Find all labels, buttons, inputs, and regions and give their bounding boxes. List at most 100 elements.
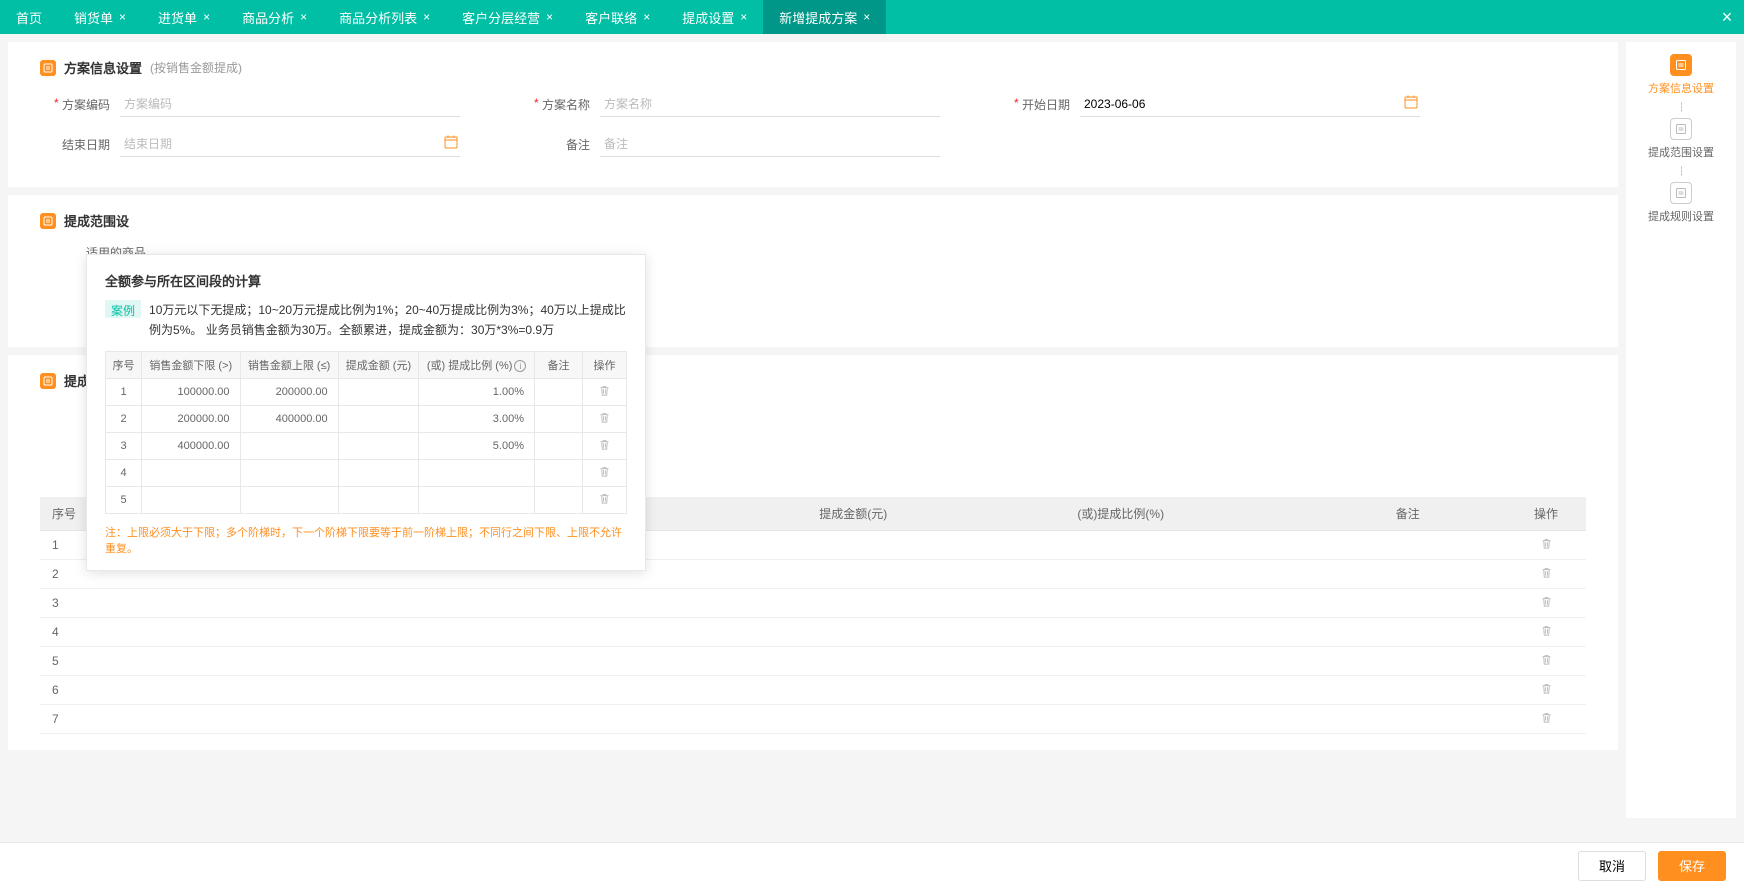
cell-lower[interactable] bbox=[176, 618, 496, 647]
cell-amount[interactable] bbox=[813, 531, 1071, 560]
tier-row[interactable]: 5 bbox=[40, 647, 1586, 676]
footer-bar: 取消 保存 bbox=[0, 842, 1744, 888]
cell-ratio[interactable] bbox=[1071, 676, 1389, 705]
cell-ratio[interactable] bbox=[1071, 618, 1389, 647]
calendar-icon[interactable] bbox=[444, 135, 458, 149]
tab-item[interactable]: 进货单 × bbox=[142, 0, 226, 34]
delete-icon[interactable] bbox=[598, 384, 611, 397]
tab-close-icon[interactable]: × bbox=[300, 10, 307, 24]
tab-item[interactable]: 商品分析列表× bbox=[323, 0, 446, 34]
tab-label: 进货单 bbox=[158, 8, 197, 27]
name-input[interactable] bbox=[600, 91, 940, 117]
cell-remark[interactable] bbox=[1390, 676, 1506, 705]
cell-ratio[interactable] bbox=[1071, 589, 1389, 618]
tier-row[interactable]: 6 bbox=[40, 676, 1586, 705]
cell-ratio[interactable] bbox=[1071, 647, 1389, 676]
tier-row[interactable]: 3 bbox=[40, 589, 1586, 618]
field-remark: 备注 bbox=[520, 131, 940, 157]
cell-ratio[interactable] bbox=[1071, 705, 1389, 734]
end-date-label: 结束日期 bbox=[40, 136, 120, 153]
tab-item[interactable]: 提成设置× bbox=[666, 0, 763, 34]
info-icon[interactable]: i bbox=[514, 360, 526, 372]
tier-row[interactable]: 4 bbox=[40, 618, 1586, 647]
cell-seq: 5 bbox=[40, 647, 176, 676]
side-step[interactable]: 提成规则设置 bbox=[1648, 182, 1714, 224]
cell-upper[interactable] bbox=[495, 676, 813, 705]
remark-input[interactable] bbox=[600, 131, 940, 157]
tab-close-icon[interactable]: × bbox=[643, 10, 650, 24]
delete-icon[interactable] bbox=[1540, 653, 1553, 666]
pcell-ratio: 1.00% bbox=[419, 378, 535, 405]
cell-remark[interactable] bbox=[1390, 705, 1506, 734]
start-date-input[interactable] bbox=[1080, 91, 1420, 117]
tab-item[interactable]: 客户分层经营 × bbox=[446, 0, 569, 34]
cell-amount[interactable] bbox=[813, 676, 1071, 705]
tab-label: 客户分层经营 bbox=[462, 8, 540, 27]
tab-label: 新增提成方案 bbox=[779, 8, 857, 27]
cell-remark[interactable] bbox=[1390, 531, 1506, 560]
tab-item[interactable]: 新增提成方案 × bbox=[763, 0, 886, 34]
delete-icon[interactable] bbox=[598, 492, 611, 505]
side-step[interactable]: 方案信息设置 bbox=[1648, 54, 1714, 96]
cell-upper[interactable] bbox=[495, 618, 813, 647]
cell-remark[interactable] bbox=[1390, 618, 1506, 647]
delete-icon[interactable] bbox=[1540, 595, 1553, 608]
cancel-button[interactable]: 取消 bbox=[1578, 851, 1646, 881]
cell-action bbox=[1506, 589, 1586, 618]
close-all-tabs-button[interactable]: × bbox=[1710, 0, 1744, 34]
tab-close-icon[interactable]: × bbox=[119, 10, 126, 24]
delete-icon[interactable] bbox=[1540, 682, 1553, 695]
section-subtitle: (按销售金额提成) bbox=[150, 59, 242, 76]
tier-row[interactable]: 7 bbox=[40, 705, 1586, 734]
delete-icon[interactable] bbox=[1540, 711, 1553, 724]
delete-icon[interactable] bbox=[598, 438, 611, 451]
tab-item[interactable]: 客户联络× bbox=[569, 0, 666, 34]
th-remark: 备注 bbox=[1390, 497, 1506, 531]
pth-amount: 提成金额 (元) bbox=[338, 351, 419, 378]
tab-close-icon[interactable]: × bbox=[546, 10, 553, 24]
cell-amount[interactable] bbox=[813, 618, 1071, 647]
tab-item[interactable]: 销货单 × bbox=[58, 0, 142, 34]
cell-upper[interactable] bbox=[495, 647, 813, 676]
cell-amount[interactable] bbox=[813, 589, 1071, 618]
pcell-seq: 2 bbox=[106, 405, 142, 432]
main-wrap: 方案信息设置 (按销售金额提成) 方案编码 方案名称 开始日期 bbox=[0, 34, 1744, 826]
remark-label: 备注 bbox=[520, 136, 600, 153]
cell-remark[interactable] bbox=[1390, 560, 1506, 589]
tab-item[interactable]: 商品分析× bbox=[226, 0, 323, 34]
tab-close-icon[interactable]: × bbox=[863, 10, 870, 24]
delete-icon[interactable] bbox=[1540, 566, 1553, 579]
cell-lower[interactable] bbox=[176, 705, 496, 734]
cell-remark[interactable] bbox=[1390, 589, 1506, 618]
tab-close-icon[interactable]: × bbox=[423, 10, 430, 24]
cell-upper[interactable] bbox=[495, 705, 813, 734]
tab-close-icon[interactable]: × bbox=[740, 10, 747, 24]
tab-label: 销货单 bbox=[74, 8, 113, 27]
delete-icon[interactable] bbox=[1540, 624, 1553, 637]
delete-icon[interactable] bbox=[598, 411, 611, 424]
pcell-ratio: 5.00% bbox=[419, 432, 535, 459]
field-start-date: 开始日期 bbox=[1000, 91, 1420, 117]
cell-lower[interactable] bbox=[176, 589, 496, 618]
cell-lower[interactable] bbox=[176, 676, 496, 705]
cell-upper[interactable] bbox=[495, 589, 813, 618]
cell-amount[interactable] bbox=[813, 705, 1071, 734]
side-step[interactable]: 提成范围设置 bbox=[1648, 118, 1714, 160]
pcell-seq: 3 bbox=[106, 432, 142, 459]
cell-remark[interactable] bbox=[1390, 647, 1506, 676]
delete-icon[interactable] bbox=[598, 465, 611, 478]
end-date-input[interactable] bbox=[120, 131, 460, 157]
tab-close-icon[interactable]: × bbox=[203, 10, 210, 24]
cell-ratio[interactable] bbox=[1071, 531, 1389, 560]
tab-item[interactable]: 首页 bbox=[0, 0, 58, 34]
cell-lower[interactable] bbox=[176, 647, 496, 676]
calendar-icon[interactable] bbox=[1404, 95, 1418, 109]
save-button[interactable]: 保存 bbox=[1658, 851, 1726, 881]
delete-icon[interactable] bbox=[1540, 537, 1553, 550]
cell-amount[interactable] bbox=[813, 560, 1071, 589]
cell-amount[interactable] bbox=[813, 647, 1071, 676]
code-input[interactable] bbox=[120, 91, 460, 117]
cell-ratio[interactable] bbox=[1071, 560, 1389, 589]
popover-row: 2200000.00400000.003.00% bbox=[106, 405, 627, 432]
pcell-lower: 100000.00 bbox=[142, 378, 241, 405]
